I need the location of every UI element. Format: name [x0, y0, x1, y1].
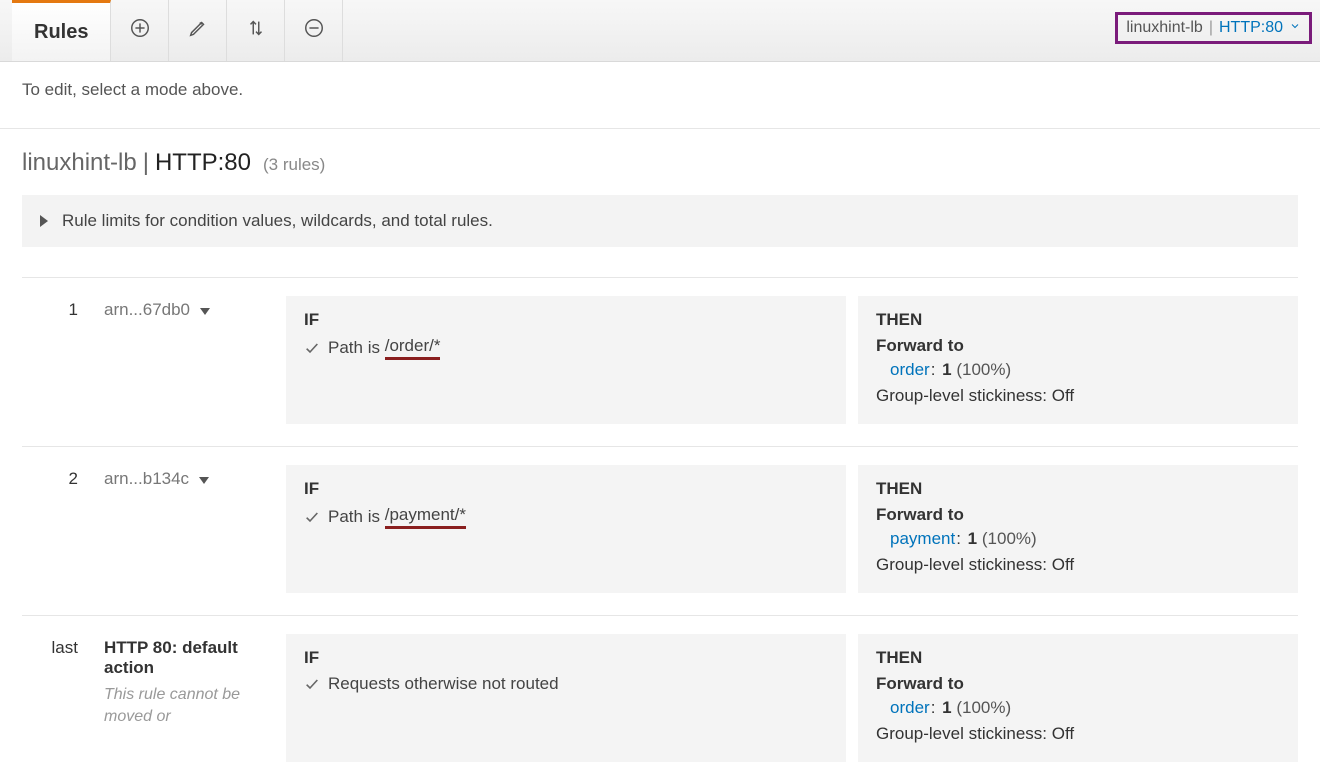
- reorder-icon: [245, 17, 267, 44]
- stickiness-value: Off: [1052, 386, 1074, 405]
- then-label: THEN: [876, 648, 1280, 668]
- path-label: Path is: [328, 338, 380, 358]
- path-value: /order/*: [385, 336, 441, 360]
- if-label: IF: [304, 479, 828, 499]
- rule-arn-dropdown[interactable]: arn...67db0: [104, 296, 274, 424]
- forward-to-label: Forward to: [876, 505, 1280, 525]
- then-label: THEN: [876, 479, 1280, 499]
- forward-target: order: 1 (100%): [890, 360, 1280, 380]
- target-group-link[interactable]: payment: [890, 529, 955, 548]
- rule-arn-dropdown[interactable]: arn...b134c: [104, 465, 274, 593]
- title-separator: |: [137, 149, 155, 177]
- edit-rule-button[interactable]: [169, 0, 227, 61]
- forward-target: payment: 1 (100%): [890, 529, 1280, 549]
- target-percent: (100%): [982, 529, 1037, 548]
- forward-to-label: Forward to: [876, 336, 1280, 356]
- rule-if-panel: IF Path is /order/*: [286, 296, 846, 424]
- stickiness-label: Group-level stickiness:: [876, 555, 1047, 574]
- stickiness-row: Group-level stickiness: Off: [876, 386, 1280, 406]
- target-weight: 1: [942, 698, 951, 717]
- caret-down-icon: [199, 477, 209, 484]
- default-rule-info: HTTP 80: default action This rule cannot…: [104, 634, 274, 762]
- caret-down-icon: [200, 308, 210, 315]
- breadcrumb-protocol: HTTP:80: [1219, 19, 1283, 37]
- rule-arn-text: arn...b134c: [104, 469, 189, 489]
- rule-row-default: last HTTP 80: default action This rule c…: [22, 615, 1298, 784]
- forward-to-label: Forward to: [876, 674, 1280, 694]
- check-icon: [304, 676, 320, 692]
- chevron-down-icon: [1283, 19, 1301, 37]
- requests-otherwise-text: Requests otherwise not routed: [328, 674, 559, 694]
- if-condition: Path is /order/*: [304, 336, 828, 360]
- listener-title: linuxhint-lb | HTTP:80 (3 rules): [0, 128, 1320, 195]
- rule-row: 2 arn...b134c IF Path is /payment/* THEN…: [22, 446, 1298, 615]
- rule-if-panel: IF Requests otherwise not routed: [286, 634, 846, 762]
- triangle-right-icon: [40, 215, 48, 227]
- plus-circle-icon: [129, 17, 151, 44]
- rule-limits-expander[interactable]: Rule limits for condition values, wildca…: [22, 195, 1298, 247]
- target-percent: (100%): [956, 698, 1011, 717]
- stickiness-label: Group-level stickiness:: [876, 386, 1047, 405]
- rule-limits-label: Rule limits for condition values, wildca…: [62, 211, 493, 231]
- reorder-rules-button[interactable]: [227, 0, 285, 61]
- forward-target: order: 1 (100%): [890, 698, 1280, 718]
- title-protocol: HTTP:80: [155, 149, 251, 177]
- stickiness-label: Group-level stickiness:: [876, 724, 1047, 743]
- stickiness-row: Group-level stickiness: Off: [876, 724, 1280, 744]
- target-weight: 1: [942, 360, 951, 379]
- stickiness-value: Off: [1052, 555, 1074, 574]
- target-percent: (100%): [956, 360, 1011, 379]
- breadcrumb-separator: |: [1203, 19, 1219, 37]
- target-group-link[interactable]: order: [890, 360, 930, 379]
- listener-breadcrumb-dropdown[interactable]: linuxhint-lb | HTTP:80: [1115, 12, 1312, 44]
- pencil-icon: [187, 17, 209, 44]
- rule-row: 1 arn...67db0 IF Path is /order/* THEN F…: [22, 277, 1298, 446]
- rule-then-panel: THEN Forward to order: 1 (100%) Group-le…: [858, 634, 1298, 762]
- title-lb-name: linuxhint-lb: [22, 149, 137, 177]
- rule-index: last: [22, 634, 92, 762]
- breadcrumb-lb-name: linuxhint-lb: [1126, 19, 1202, 37]
- rule-then-panel: THEN Forward to payment: 1 (100%) Group-…: [858, 465, 1298, 593]
- rule-index: 1: [22, 296, 92, 424]
- rule-arn-text: arn...67db0: [104, 300, 190, 320]
- rules-count: (3 rules): [251, 155, 325, 175]
- if-condition: Requests otherwise not routed: [304, 674, 828, 694]
- if-condition: Path is /payment/*: [304, 505, 828, 529]
- target-weight: 1: [968, 529, 977, 548]
- target-group-link[interactable]: order: [890, 698, 930, 717]
- path-label: Path is: [328, 507, 380, 527]
- rule-then-panel: THEN Forward to order: 1 (100%) Group-le…: [858, 296, 1298, 424]
- path-value: /payment/*: [385, 505, 466, 529]
- rule-if-panel: IF Path is /payment/*: [286, 465, 846, 593]
- add-rule-button[interactable]: [111, 0, 169, 61]
- stickiness-value: Off: [1052, 724, 1074, 743]
- default-rule-title: HTTP 80: default action: [104, 638, 274, 678]
- tab-rules-label: Rules: [34, 21, 88, 44]
- check-icon: [304, 509, 320, 525]
- tab-rules[interactable]: Rules: [12, 0, 111, 61]
- if-label: IF: [304, 648, 828, 668]
- rule-index: 2: [22, 465, 92, 593]
- rules-list: 1 arn...67db0 IF Path is /order/* THEN F…: [0, 277, 1320, 784]
- stickiness-row: Group-level stickiness: Off: [876, 555, 1280, 575]
- delete-rule-button[interactable]: [285, 0, 343, 61]
- toolbar: Rules linuxhint-lb | HTTP:80: [0, 0, 1320, 62]
- minus-circle-icon: [303, 17, 325, 44]
- edit-hint-text: To edit, select a mode above.: [0, 62, 1320, 128]
- check-icon: [304, 340, 320, 356]
- then-label: THEN: [876, 310, 1280, 330]
- if-label: IF: [304, 310, 828, 330]
- default-rule-note: This rule cannot be moved or: [104, 684, 274, 727]
